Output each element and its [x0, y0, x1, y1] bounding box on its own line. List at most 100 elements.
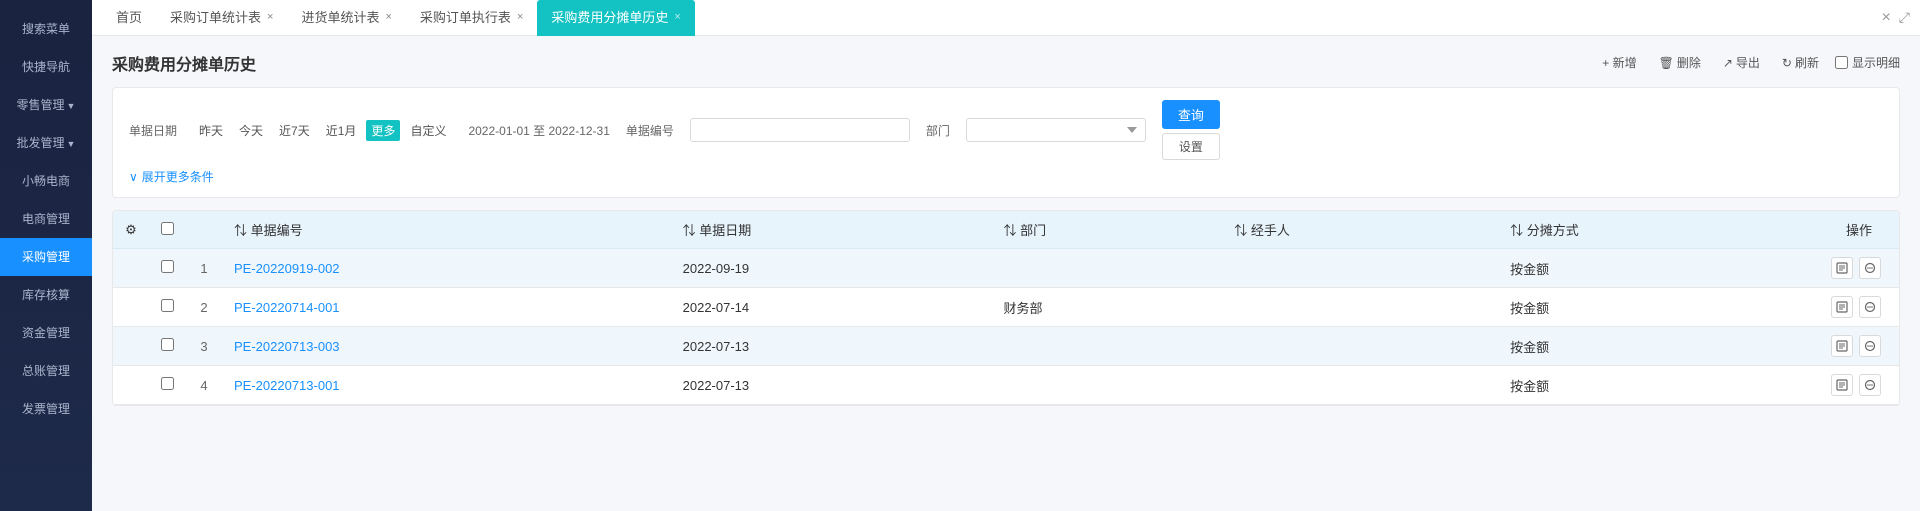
tab-item-采购费用分摊单历史[interactable]: 采购费用分摊单历史× — [537, 0, 694, 36]
col-header-dept: ⇅ 部门 — [991, 211, 1222, 249]
row-settings-cell — [113, 288, 149, 327]
row-num: 3 — [186, 327, 222, 366]
sidebar-item-电商管理[interactable]: 电商管理 — [0, 200, 92, 238]
page-title: 采购费用分摊单历史 — [112, 51, 256, 75]
row-settings-cell — [113, 366, 149, 405]
doc-no-link[interactable]: PE-20220713-001 — [234, 378, 340, 393]
row-dept — [991, 249, 1222, 288]
date-custom-btn[interactable]: 自定义 — [404, 120, 452, 141]
sidebar-item-搜索菜单[interactable]: 搜索菜单 — [0, 10, 92, 48]
edit-action-icon[interactable] — [1859, 257, 1881, 279]
edit-action-icon[interactable] — [1859, 374, 1881, 396]
col-sort-doc-no-icon: ⇅ — [234, 223, 247, 238]
sidebar-item-发票管理[interactable]: 发票管理 — [0, 390, 92, 428]
tab-label: 进货单统计表 — [301, 7, 379, 26]
action-icons-group — [1831, 335, 1887, 357]
edit-action-icon[interactable] — [1859, 296, 1881, 318]
add-button[interactable]: + 新增 — [1596, 50, 1642, 75]
sidebar-item-批发管理[interactable]: 批发管理▼ — [0, 124, 92, 162]
doc-no-link[interactable]: PE-20220919-002 — [234, 261, 340, 276]
row-checkbox[interactable] — [161, 299, 174, 312]
col-header-settings[interactable]: ⚙ — [113, 211, 149, 249]
data-table-container: ⚙ ⇅ 单据编号 ⇅ 单据日期 ⇅ 部门 — [112, 210, 1900, 406]
tab-close-icon[interactable]: × — [385, 11, 391, 23]
row-doc-date: 2022-07-14 — [671, 288, 992, 327]
show-cols-checkbox-wrap[interactable]: 显示明细 — [1835, 54, 1900, 71]
col-sort-handler-icon: ⇅ — [1234, 223, 1247, 238]
row-handler — [1222, 366, 1498, 405]
col-header-checkbox[interactable] — [149, 211, 186, 249]
show-cols-label: 显示明细 — [1852, 54, 1900, 71]
col-header-split-method: ⇅ 分摊方式 — [1498, 211, 1819, 249]
sidebar: 搜索菜单快捷导航零售管理▼批发管理▼小畅电商电商管理采购管理库存核算资金管理总账… — [0, 0, 92, 511]
date-7days-btn[interactable]: 近7天 — [273, 120, 316, 141]
tab-item-进货单统计表[interactable]: 进货单统计表 × — [287, 0, 405, 36]
view-action-icon[interactable] — [1831, 335, 1853, 357]
settings-button[interactable]: 设置 — [1162, 133, 1220, 160]
tab-item-采购订单执行表[interactable]: 采购订单执行表× — [406, 0, 537, 36]
doc-no-input[interactable] — [690, 118, 910, 142]
action-icons-group — [1831, 296, 1887, 318]
tab-close-icon[interactable]: × — [267, 11, 273, 23]
doc-no-filter-label: 单据编号 — [626, 122, 674, 139]
doc-no-link[interactable]: PE-20220714-001 — [234, 300, 340, 315]
export-button[interactable]: ↗ 导出 — [1717, 50, 1766, 75]
dept-select[interactable]: 财务部 — [966, 118, 1146, 142]
col-header-handler: ⇅ 经手人 — [1222, 211, 1498, 249]
tab-close-all-icon[interactable]: × — [1881, 9, 1890, 27]
action-icons-group — [1831, 257, 1887, 279]
row-dept — [991, 327, 1222, 366]
table-body: 1PE-20220919-0022022-09-19按金额2PE-2022071… — [113, 249, 1899, 405]
query-actions: 查询 设置 — [1162, 100, 1220, 160]
row-actions — [1819, 288, 1899, 327]
doc-no-link[interactable]: PE-20220713-003 — [234, 339, 340, 354]
date-yesterday-btn[interactable]: 昨天 — [193, 120, 229, 141]
filter-bar: 单据日期 昨天 今天 近7天 近1月 更多 自定义 2022-01-01 至 2… — [112, 87, 1900, 198]
row-handler — [1222, 327, 1498, 366]
row-checkbox[interactable] — [161, 338, 174, 351]
row-split-method: 按金额 — [1498, 288, 1819, 327]
refresh-button[interactable]: ↻ 刷新 — [1776, 50, 1825, 75]
tab-bar: 首页采购订单统计表×进货单统计表×采购订单执行表×采购费用分摊单历史× × ⤢ — [92, 0, 1920, 36]
sidebar-item-快捷导航[interactable]: 快捷导航 — [0, 48, 92, 86]
table-header-row: ⚙ ⇅ 单据编号 ⇅ 单据日期 ⇅ 部门 — [113, 211, 1899, 249]
tab-close-icon[interactable]: × — [517, 11, 523, 23]
view-action-icon[interactable] — [1831, 257, 1853, 279]
edit-action-icon[interactable] — [1859, 335, 1881, 357]
sidebar-item-库存核算[interactable]: 库存核算 — [0, 276, 92, 314]
row-checkbox[interactable] — [161, 260, 174, 273]
export-label: 导出 — [1736, 54, 1760, 71]
row-checkbox-cell — [149, 288, 186, 327]
date-filter-label: 单据日期 — [129, 122, 177, 139]
tab-item-首页[interactable]: 首页 — [102, 0, 156, 36]
delete-button[interactable]: 🗑 删除 — [1653, 50, 1707, 75]
row-split-method: 按金额 — [1498, 249, 1819, 288]
date-1month-btn[interactable]: 近1月 — [320, 120, 363, 141]
tab-restore-icon[interactable]: ⤢ — [1899, 9, 1910, 26]
row-actions — [1819, 327, 1899, 366]
col-sort-dept-icon: ⇅ — [1003, 223, 1016, 238]
sidebar-item-总账管理[interactable]: 总账管理 — [0, 352, 92, 390]
table-row: 1PE-20220919-0022022-09-19按金额 — [113, 249, 1899, 288]
tab-item-采购订单统计表[interactable]: 采购订单统计表× — [156, 0, 287, 36]
sidebar-item-小畅电商[interactable]: 小畅电商 — [0, 162, 92, 200]
row-actions — [1819, 249, 1899, 288]
sidebar-item-资金管理[interactable]: 资金管理 — [0, 314, 92, 352]
date-today-btn[interactable]: 今天 — [233, 120, 269, 141]
tab-close-icon[interactable]: × — [674, 11, 680, 23]
show-cols-checkbox[interactable] — [1835, 56, 1848, 69]
expand-conditions-btn[interactable]: ∨ 展开更多条件 — [129, 168, 1883, 185]
select-all-checkbox[interactable] — [161, 222, 174, 235]
refresh-label: 刷新 — [1795, 54, 1819, 71]
row-checkbox-cell — [149, 366, 186, 405]
query-button[interactable]: 查询 — [1162, 100, 1220, 129]
row-checkbox[interactable] — [161, 377, 174, 390]
view-action-icon[interactable] — [1831, 374, 1853, 396]
sidebar-item-零售管理[interactable]: 零售管理▼ — [0, 86, 92, 124]
row-num: 4 — [186, 366, 222, 405]
table-row: 3PE-20220713-0032022-07-13按金额 — [113, 327, 1899, 366]
view-action-icon[interactable] — [1831, 296, 1853, 318]
date-more-btn[interactable]: 更多 — [366, 120, 400, 141]
expand-label: 展开更多条件 — [142, 168, 214, 185]
sidebar-item-采购管理[interactable]: 采购管理 — [0, 238, 92, 276]
